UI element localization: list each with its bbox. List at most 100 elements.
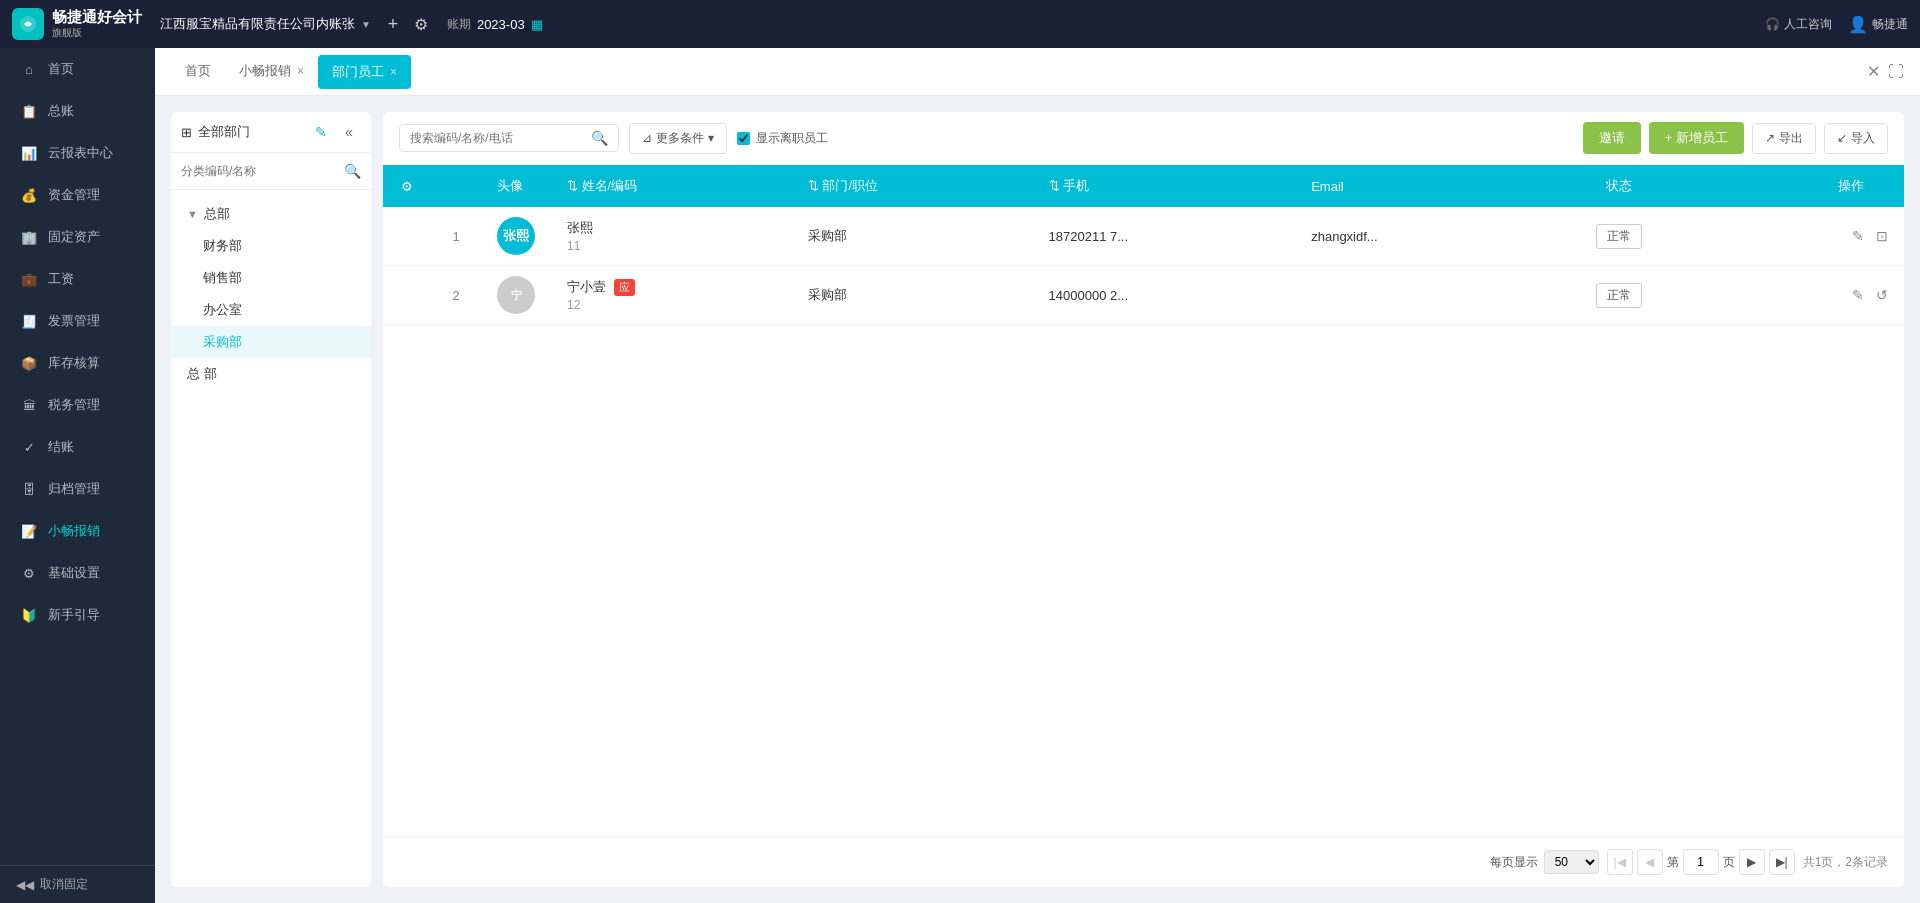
col-dept-pos[interactable]: ⇅ 部门/职位 — [792, 165, 1033, 207]
logo-sub: 旗舰版 — [52, 26, 142, 40]
show-resigned-label[interactable]: 显示离职员工 — [737, 130, 828, 147]
tax-icon: 🏛 — [20, 396, 38, 414]
col-name-code[interactable]: ⇅ 姓名/编码 — [551, 165, 792, 207]
logo-icon — [12, 8, 44, 40]
sidebar-label-tax: 税务管理 — [48, 396, 100, 414]
all-dept-label: 全部部门 — [198, 123, 250, 141]
sidebar-item-inventory[interactable]: 📦 库存核算 — [0, 342, 155, 384]
tree-expand-icon: ▼ — [187, 208, 198, 220]
more-filter-button[interactable]: ⊿ 更多条件 ▾ — [629, 123, 727, 154]
employee-table-body: 1 张熙 张熙 11 — [383, 207, 1904, 325]
all-dept-selector[interactable]: ⊞ 全部部门 — [181, 123, 250, 141]
col-avatar: 头像 — [481, 165, 551, 207]
sidebar-label-home: 首页 — [48, 60, 74, 78]
page-first-button[interactable]: |◀ — [1607, 849, 1633, 875]
expand-window-button[interactable]: ⛶ — [1888, 63, 1904, 81]
collapse-panel-button[interactable]: « — [337, 120, 361, 144]
col-gear-cell — [383, 266, 431, 325]
dept-tree: ▼ 总部 财务部 销售部 办公室 采购部 — [171, 190, 371, 887]
gear-icon[interactable]: ⚙ — [401, 179, 413, 194]
sidebar-item-fund[interactable]: 💰 资金管理 — [0, 174, 155, 216]
import-button[interactable]: ↙ 导入 — [1824, 123, 1888, 154]
employee-code: 12 — [567, 298, 776, 312]
guide-icon: 🔰 — [20, 606, 38, 624]
add-employee-button[interactable]: + 新增员工 — [1649, 122, 1744, 154]
sidebar-item-expense[interactable]: 📝 小畅报销 — [0, 510, 155, 552]
close-window-button[interactable]: ✕ — [1867, 62, 1880, 81]
edit-dept-button[interactable]: ✎ — [309, 120, 333, 144]
page-last-button[interactable]: ▶| — [1769, 849, 1795, 875]
tab-expense[interactable]: 小畅报销 × — [225, 54, 318, 90]
col-index — [431, 165, 481, 207]
row-avatar-cell: 宁 — [481, 266, 551, 325]
sidebar-item-home[interactable]: ⌂ 首页 — [0, 48, 155, 90]
dept-item-finance[interactable]: 财务部 — [171, 230, 371, 262]
topbar-actions: 🎧 人工咨询 👤 畅捷通 — [1765, 15, 1908, 34]
export-button[interactable]: ↗ 导出 — [1752, 123, 1816, 154]
sidebar-label-ledger: 总账 — [48, 102, 74, 120]
show-resigned-checkbox[interactable] — [737, 132, 750, 145]
sidebar-item-asset[interactable]: 🏢 固定资产 — [0, 216, 155, 258]
dept-item-sales[interactable]: 销售部 — [171, 262, 371, 294]
tabs-bar: 首页 小畅报销 × 部门员工 × ✕ ⛶ — [155, 48, 1920, 96]
sidebar-item-close-account[interactable]: ✓ 结账 — [0, 426, 155, 468]
status-badge: 正常 — [1596, 224, 1642, 249]
add-company-button[interactable]: + — [379, 10, 407, 38]
per-page-select[interactable]: 50 20 100 — [1544, 850, 1599, 874]
invoice-icon: 🧾 — [20, 312, 38, 330]
invite-button[interactable]: 邀请 — [1583, 122, 1641, 154]
col-phone[interactable]: ⇅ 手机 — [1033, 165, 1296, 207]
sidebar-item-tax[interactable]: 🏛 税务管理 — [0, 384, 155, 426]
dept-item-headquarter[interactable]: ▼ 总部 — [171, 198, 371, 230]
row-phone: 18720211 7... — [1033, 207, 1296, 266]
cancel-fixed-button[interactable]: ◀◀ 取消固定 — [0, 866, 155, 903]
employee-name: 宁小壹 — [567, 278, 606, 296]
dept-search-input[interactable] — [181, 164, 338, 178]
edit-employee-button[interactable]: ✎ — [1852, 287, 1864, 303]
import-label: 导入 — [1851, 130, 1875, 147]
sidebar-item-archive[interactable]: 🗄 归档管理 — [0, 468, 155, 510]
page-next-button[interactable]: ▶ — [1739, 849, 1765, 875]
pin-icon: ◀◀ — [16, 878, 34, 892]
tab-dept-employee-close[interactable]: × — [390, 65, 397, 79]
status-badge: 正常 — [1596, 283, 1642, 308]
tab-home[interactable]: 首页 — [171, 54, 225, 90]
ai-consult-button[interactable]: 🎧 人工咨询 — [1765, 16, 1832, 33]
sidebar-label-fund: 资金管理 — [48, 186, 100, 204]
dept-item-label: 办公室 — [203, 301, 242, 319]
sidebar-item-settings[interactable]: ⚙ 基础设置 — [0, 552, 155, 594]
page-input[interactable] — [1683, 849, 1719, 875]
sidebar-item-report[interactable]: 📊 云报表中心 — [0, 132, 155, 174]
employee-toolbar: 🔍 ⊿ 更多条件 ▾ 显示离职员工 邀请 + — [383, 112, 1904, 165]
tab-dept-employee[interactable]: 部门员工 × — [318, 55, 411, 89]
dept-item-purchasing[interactable]: 采购部 — [171, 326, 371, 358]
tab-expense-close[interactable]: × — [297, 64, 304, 78]
delete-employee-button[interactable]: ↺ — [1876, 287, 1888, 303]
export-label: 导出 — [1779, 130, 1803, 147]
asset-icon: 🏢 — [20, 228, 38, 246]
calendar-icon[interactable]: ▦ — [531, 17, 543, 32]
main-area: ⌂ 首页 📋 总账 📊 云报表中心 💰 资金管理 🏢 固定资产 💼 工资 — [0, 48, 1920, 903]
dept-item-general[interactable]: 总 部 — [171, 358, 371, 390]
close-account-icon: ✓ — [20, 438, 38, 456]
cancel-fixed-label: 取消固定 — [40, 876, 88, 893]
sidebar: ⌂ 首页 📋 总账 📊 云报表中心 💰 资金管理 🏢 固定资产 💼 工资 — [0, 48, 155, 903]
settings-button[interactable]: ⚙ — [407, 10, 435, 38]
dept-item-office[interactable]: 办公室 — [171, 294, 371, 326]
sidebar-item-invoice[interactable]: 🧾 发票管理 — [0, 300, 155, 342]
user-area[interactable]: 👤 畅捷通 — [1848, 15, 1908, 34]
edit-employee-button[interactable]: ✎ — [1852, 228, 1864, 244]
sidebar-item-guide[interactable]: 🔰 新手引导 — [0, 594, 155, 636]
tab-dept-employee-label: 部门员工 — [332, 63, 384, 81]
page-label: 第 — [1667, 854, 1679, 871]
toolbar-right-actions: 邀请 + 新增员工 ↗ 导出 ↙ 导入 — [1583, 122, 1888, 154]
logout-employee-button[interactable]: ⊡ — [1876, 228, 1888, 244]
employee-search-input[interactable] — [410, 131, 585, 145]
ledger-icon: 📋 — [20, 102, 38, 120]
tab-expense-label: 小畅报销 — [239, 62, 291, 80]
sidebar-item-salary[interactable]: 💼 工资 — [0, 258, 155, 300]
page-prev-button[interactable]: ◀ — [1637, 849, 1663, 875]
row-status: 正常 — [1527, 207, 1711, 266]
company-selector[interactable]: 江西服宝精品有限责任公司内账张 ▼ — [152, 11, 379, 37]
sidebar-item-ledger[interactable]: 📋 总账 — [0, 90, 155, 132]
